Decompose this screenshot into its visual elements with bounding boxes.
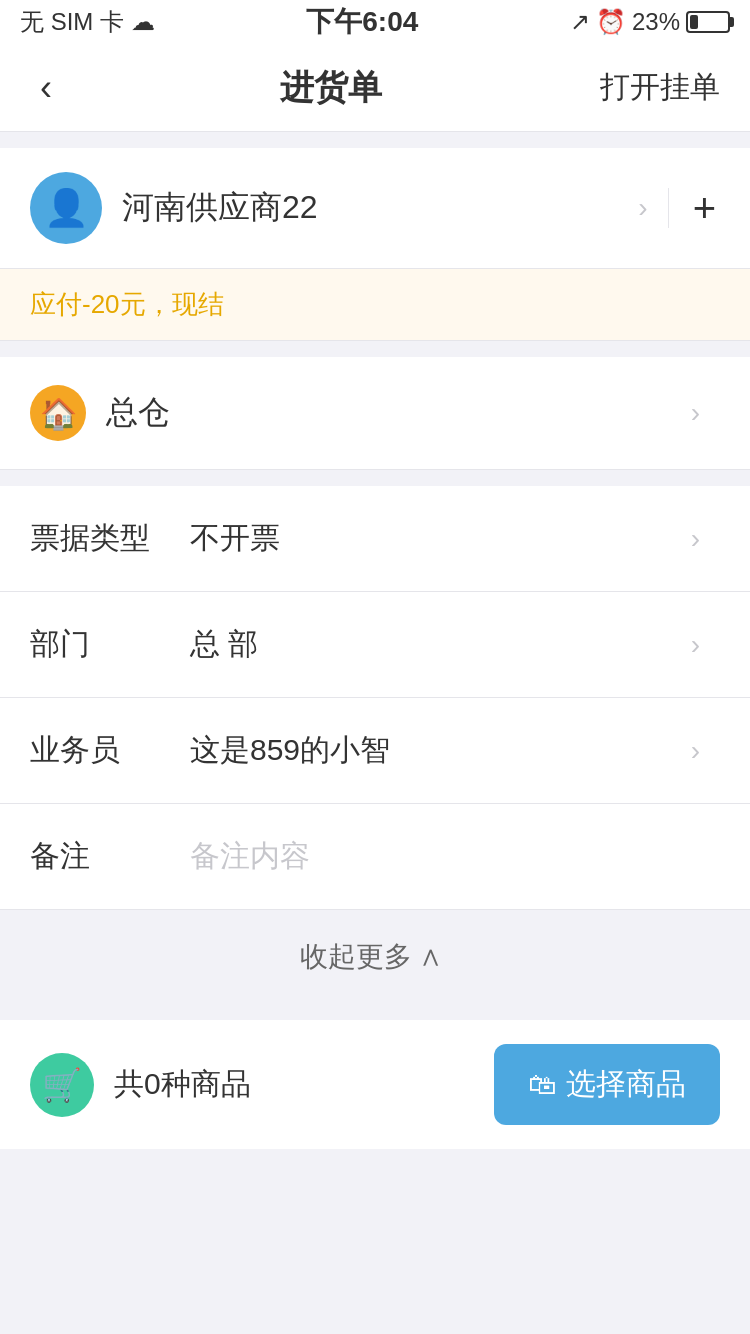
status-bar: 无 SIM 卡 ☁ 下午6:04 ↗ ⏰ 23% (0, 0, 750, 44)
status-left: 无 SIM 卡 ☁ (20, 6, 155, 38)
section-gap-2 (0, 341, 750, 357)
supplier-section: 👤 河南供应商22 › + 应付-20元，现结 (0, 148, 750, 341)
salesperson-label: 业务员 (30, 730, 170, 771)
avatar-icon: 👤 (44, 187, 89, 229)
product-count: 共0种商品 (114, 1064, 474, 1105)
department-chevron-icon: › (691, 629, 700, 661)
supplier-name: 河南供应商22 (122, 186, 638, 230)
status-time: 下午6:04 (306, 3, 418, 41)
battery-icon (686, 11, 730, 33)
department-value: 总 部 (170, 624, 691, 665)
warehouse-row[interactable]: 🏠 总仓 › (0, 357, 750, 470)
invoice-type-label: 票据类型 (30, 518, 170, 559)
battery-percent: 23% (632, 8, 680, 36)
vertical-divider (668, 188, 669, 228)
select-product-icon: 🛍 (528, 1068, 556, 1101)
alarm-icon: ⏰ (596, 8, 626, 36)
bottom-products-bar: 🛒 共0种商品 🛍 选择商品 (0, 1020, 750, 1149)
collapse-label: 收起更多 ∧ (300, 938, 443, 976)
signal-text: 无 SIM 卡 ☁ (20, 6, 155, 38)
status-right: ↗ ⏰ 23% (570, 8, 730, 36)
form-section: 票据类型 不开票 › 部门 总 部 › 业务员 这是859的小智 › 备注 备注… (0, 486, 750, 909)
salesperson-row[interactable]: 业务员 这是859的小智 › (0, 698, 750, 804)
remark-label: 备注 (30, 836, 170, 877)
supplier-row[interactable]: 👤 河南供应商22 › + (0, 148, 750, 269)
open-pending-button[interactable]: 打开挂单 (600, 67, 720, 108)
salesperson-chevron-icon: › (691, 735, 700, 767)
warehouse-icon-wrap: 🏠 (30, 385, 86, 441)
warehouse-icon: 🏠 (40, 396, 77, 431)
supplier-chevron-icon: › (638, 192, 647, 224)
department-label: 部门 (30, 624, 170, 665)
collapse-row[interactable]: 收起更多 ∧ (0, 909, 750, 1004)
section-gap-1 (0, 132, 750, 148)
back-button[interactable]: ‹ (30, 57, 62, 119)
invoice-type-row[interactable]: 票据类型 不开票 › (0, 486, 750, 592)
department-row[interactable]: 部门 总 部 › (0, 592, 750, 698)
warehouse-chevron-icon: › (691, 397, 700, 429)
nav-bar: ‹ 进货单 打开挂单 (0, 44, 750, 132)
product-icon: 🛒 (42, 1066, 82, 1104)
supplier-avatar: 👤 (30, 172, 102, 244)
select-product-label: 选择商品 (566, 1064, 686, 1105)
supplier-notice: 应付-20元，现结 (0, 269, 750, 341)
remark-row[interactable]: 备注 备注内容 (0, 804, 750, 909)
remark-input[interactable]: 备注内容 (170, 836, 720, 877)
product-icon-wrap: 🛒 (30, 1053, 94, 1117)
invoice-type-chevron-icon: › (691, 523, 700, 555)
add-supplier-button[interactable]: + (689, 186, 720, 231)
page-title: 进货单 (280, 65, 382, 111)
warehouse-name: 总仓 (106, 391, 691, 435)
invoice-type-value: 不开票 (170, 518, 691, 559)
salesperson-value: 这是859的小智 (170, 730, 691, 771)
location-icon: ↗ (570, 8, 590, 36)
select-product-button[interactable]: 🛍 选择商品 (494, 1044, 720, 1125)
